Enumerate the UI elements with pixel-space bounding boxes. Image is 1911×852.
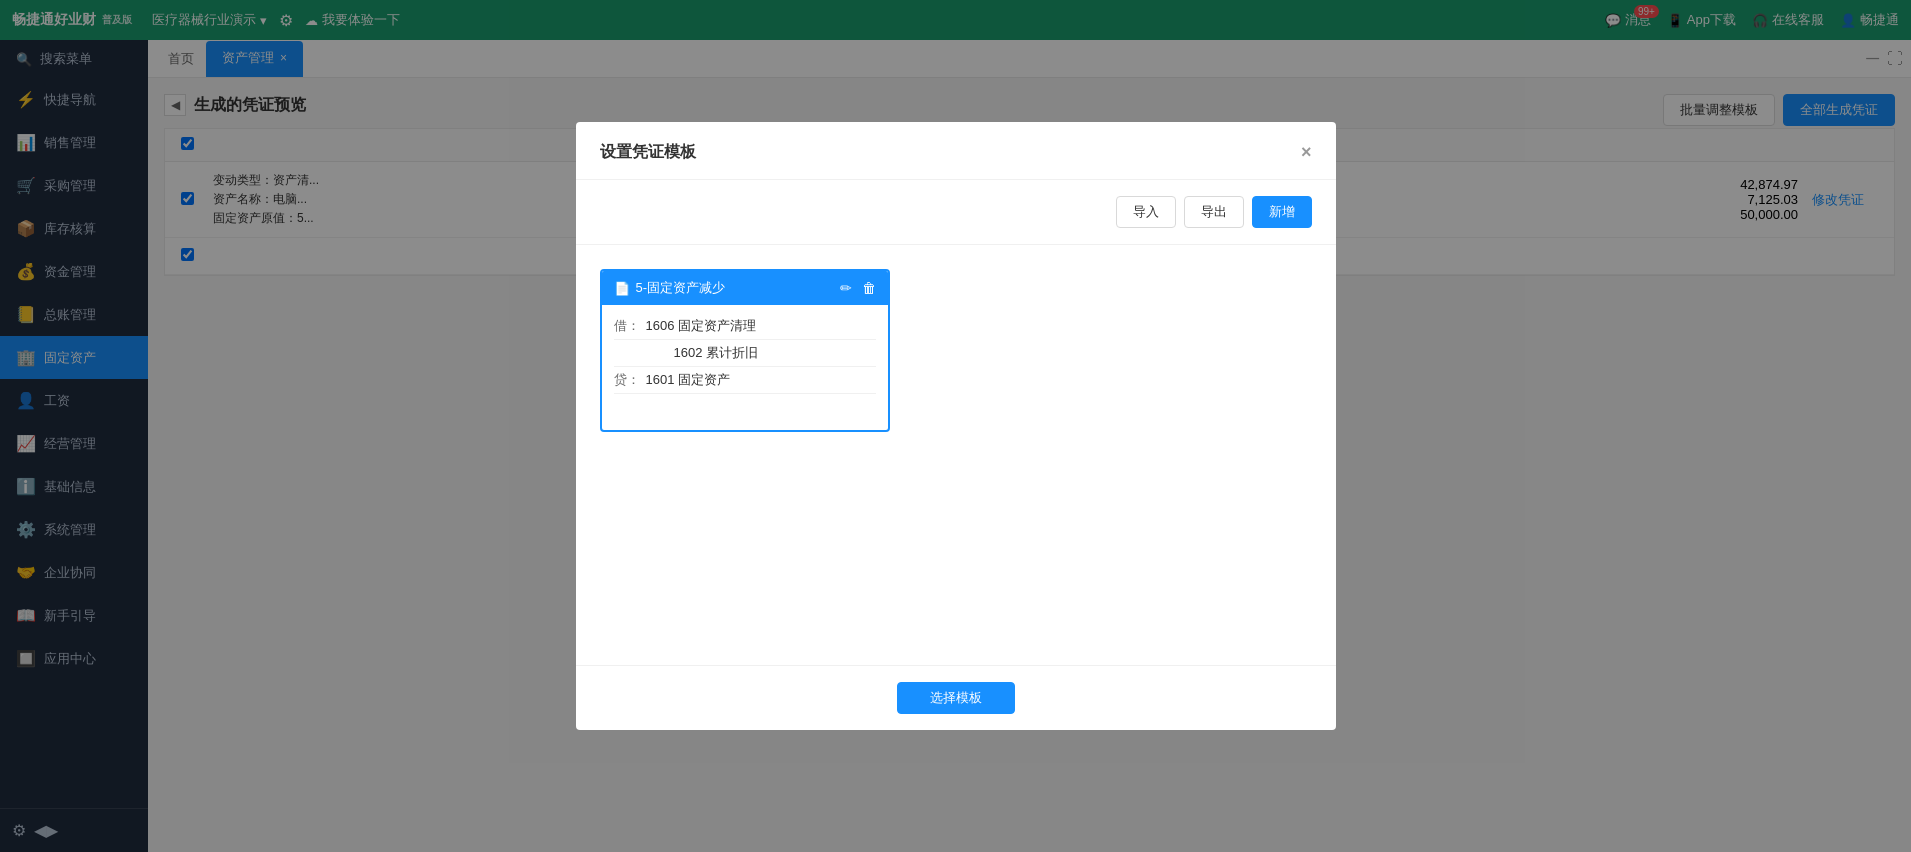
entry-code-3: 1601 固定资产 [646, 371, 731, 389]
dialog-set-template: 设置凭证模板 × 导入 导出 新增 📄 [576, 122, 1336, 730]
template-card: 📄 5-固定资产减少 ✏ 🗑 [600, 269, 890, 432]
template-card-header: 📄 5-固定资产减少 ✏ 🗑 [602, 271, 888, 305]
export-button[interactable]: 导出 [1184, 196, 1244, 228]
select-template-button[interactable]: 选择模板 [897, 682, 1015, 714]
entry-code-2: 1602 累计折旧 [646, 344, 759, 362]
template-entry-row: 借： 1606 固定资产清理 [614, 313, 876, 340]
dialog-header: 设置凭证模板 × [576, 122, 1336, 180]
template-name: 5-固定资产减少 [636, 279, 726, 297]
modal-overlay: 设置凭证模板 × 导入 导出 新增 📄 [148, 40, 1911, 852]
content-area: 首页 资产管理 × ─ ⛶ ◀ 生成的凭证预览 [148, 40, 1911, 852]
new-button[interactable]: 新增 [1252, 196, 1312, 228]
entry-empty [614, 398, 618, 418]
template-entry-row-empty [614, 394, 876, 422]
import-button[interactable]: 导入 [1116, 196, 1176, 228]
dialog-footer: 选择模板 [576, 665, 1336, 730]
entry-side-1: 借： [614, 317, 642, 335]
template-actions: ✏ 🗑 [840, 280, 876, 296]
template-edit-icon[interactable]: ✏ [840, 280, 852, 296]
dialog-body: 📄 5-固定资产减少 ✏ 🗑 [576, 245, 1336, 665]
dialog-toolbar: 导入 导出 新增 [576, 180, 1336, 245]
entry-code-1: 1606 固定资产清理 [646, 317, 757, 335]
template-card-body: 借： 1606 固定资产清理 1602 累计折旧 贷： 1601 固定资产 [602, 305, 888, 430]
entry-side-3: 贷： [614, 371, 642, 389]
template-delete-icon[interactable]: 🗑 [862, 280, 876, 296]
template-entry-row: 1602 累计折旧 [614, 340, 876, 367]
template-title-area: 📄 5-固定资产减少 [614, 279, 726, 297]
template-doc-icon: 📄 [614, 281, 630, 296]
dialog-close-button[interactable]: × [1301, 142, 1312, 163]
dialog-title: 设置凭证模板 [600, 142, 696, 163]
template-entry-row: 贷： 1601 固定资产 [614, 367, 876, 394]
